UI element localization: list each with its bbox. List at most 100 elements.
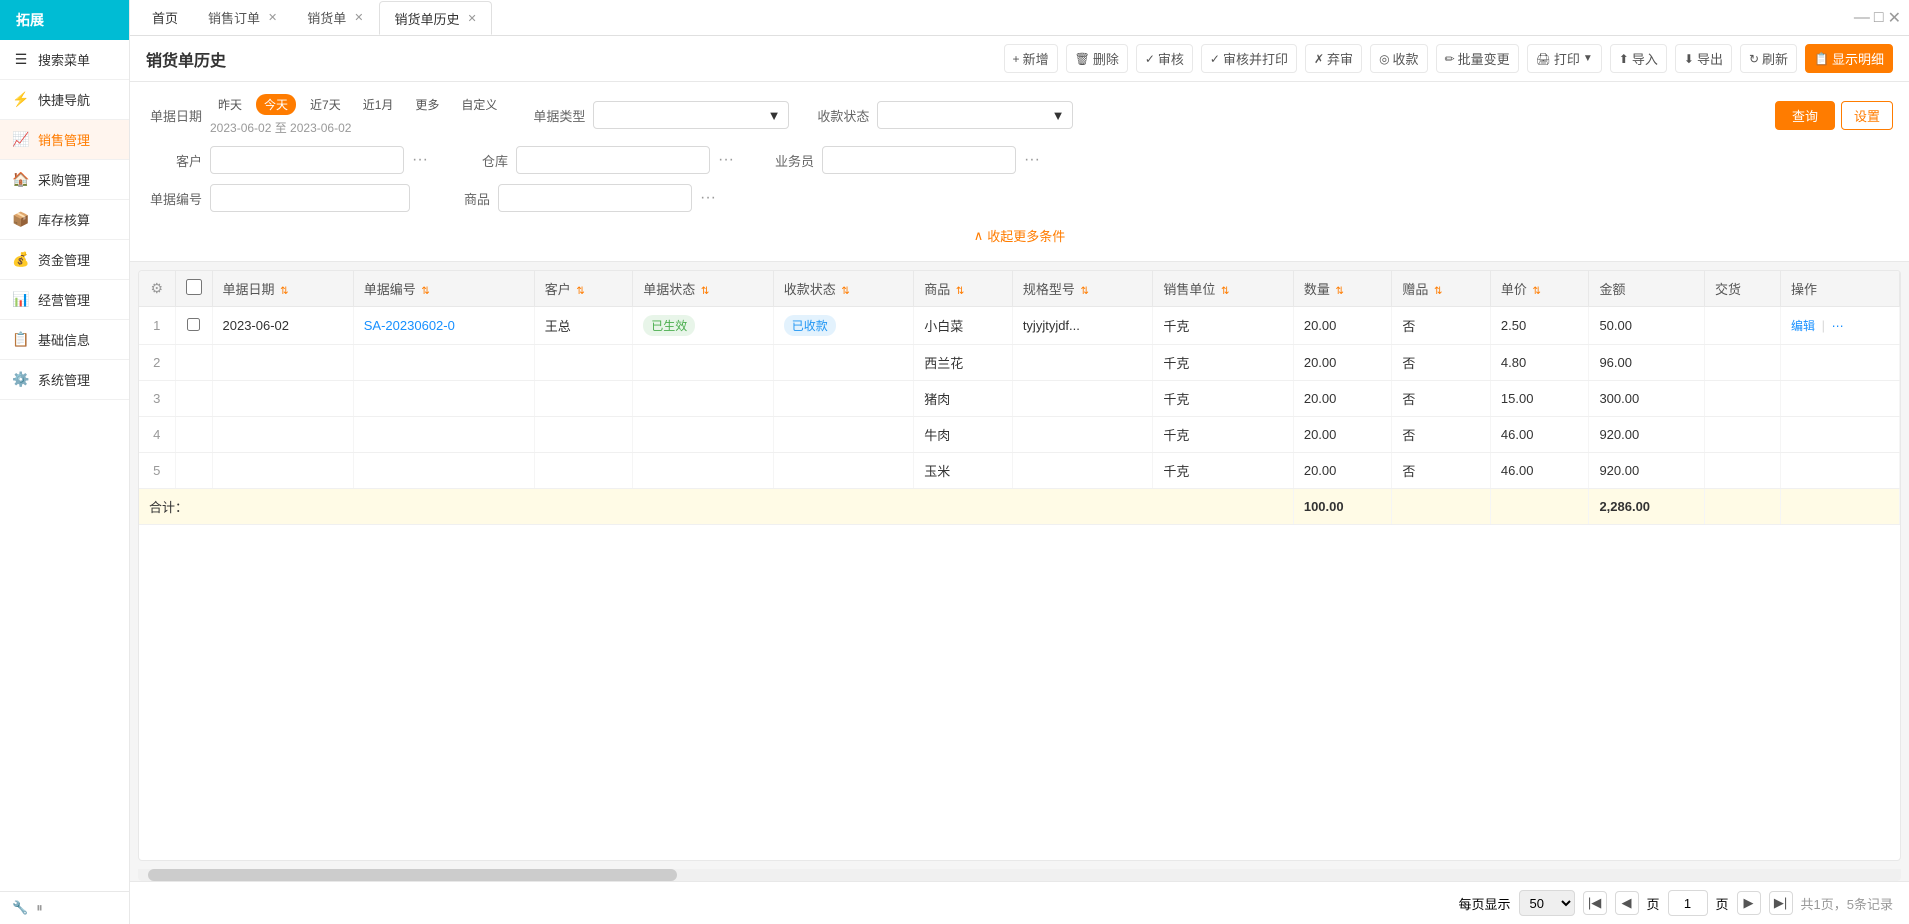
row-doc-status [633,417,774,453]
import-button[interactable]: ⬆ 导入 [1610,44,1667,73]
review-button[interactable]: ✓ 审核 [1136,44,1193,73]
row-doc-status [633,345,774,381]
export-button[interactable]: ⬇ 导出 [1675,44,1732,73]
row-number [353,345,534,381]
horizontal-scrollbar[interactable] [138,869,1901,881]
row-actions [1780,381,1899,417]
row-gift: 否 [1392,345,1491,381]
customer-input[interactable] [210,146,404,174]
sidebar-item-quick-nav[interactable]: ⚡ 快捷导航 [0,80,129,120]
tab-sales-order-label: 销售订单 [208,8,260,27]
row-qty: 20.00 [1293,417,1392,453]
window-minimize-btn[interactable]: — [1854,9,1870,27]
spec-col-header[interactable]: 规格型号 ⇅ [1012,271,1153,307]
more-action[interactable]: ⋯ [1832,319,1844,333]
sidebar-item-inventory[interactable]: 📦 库存核算 [0,200,129,240]
row-number-link[interactable]: SA-20230602-0 [364,318,455,333]
query-button[interactable]: 查询 [1775,101,1835,130]
tab-sales-order-close[interactable]: ✕ [268,11,277,24]
collect-status-select[interactable]: ▼ [877,101,1073,129]
page-size-select[interactable]: 10 20 50 100 [1519,890,1575,916]
unit-col-header[interactable]: 销售单位 ⇅ [1153,271,1294,307]
edit-action[interactable]: 编辑 [1791,319,1815,333]
goods-input[interactable] [498,184,692,212]
doc-type-select[interactable]: ▼ [593,101,789,129]
collect-icon: ◎ [1379,52,1389,66]
date-tab-more[interactable]: 更多 [407,94,447,115]
tab-home[interactable]: 首页 [138,1,192,35]
import-icon: ⬆ [1619,52,1629,66]
gear-icon[interactable]: ⚙ [150,280,163,296]
row-checkbox-cell [175,307,212,345]
delete-button[interactable]: 🗑 删除 [1066,44,1128,73]
row-num: 2 [139,345,175,381]
salesperson-input[interactable] [822,146,1016,174]
page-label-after: 页 [1716,894,1729,913]
goods-dots[interactable]: ··· [700,189,716,207]
sidebar-item-finance[interactable]: 💰 资金管理 [0,240,129,280]
qty-col-header[interactable]: 数量 ⇅ [1293,271,1392,307]
row-doc-status [633,381,774,417]
settings-button[interactable]: 设置 [1841,101,1893,130]
show-detail-button[interactable]: 📋 显示明细 [1805,44,1893,73]
refresh-button[interactable]: ↻ 刷新 [1740,44,1797,73]
last-page-btn[interactable]: ▶| [1769,891,1793,915]
sidebar-item-search[interactable]: ☰ 搜索菜单 [0,40,129,80]
sidebar-item-ops[interactable]: 📊 经营管理 [0,280,129,320]
date-tab-custom[interactable]: 自定义 [453,94,505,115]
row-collect-status: 已收款 [773,307,914,345]
collect-status-label: 收款状态 [813,106,869,125]
first-page-btn[interactable]: |◀ [1583,891,1607,915]
doc-number-input[interactable] [210,184,410,212]
tab-sales-order[interactable]: 销售订单 ✕ [194,1,291,35]
row-spec [1012,381,1153,417]
date-tab-today[interactable]: 今天 [256,94,296,115]
row-num: 5 [139,453,175,489]
next-page-btn[interactable]: ▶ [1737,891,1761,915]
date-tab-1month[interactable]: 近1月 [355,94,402,115]
unit-price-col-header[interactable]: 单价 ⇅ [1490,271,1589,307]
date-tab-7days[interactable]: 近7天 [302,94,349,115]
prev-page-btn[interactable]: ◀ [1615,891,1639,915]
collapse-label: 收起更多条件 [987,226,1065,245]
add-button[interactable]: + 新增 [1004,44,1058,73]
warehouse-input[interactable] [516,146,710,174]
select-all-checkbox[interactable] [186,279,202,295]
tab-sales-goods-close[interactable]: ✕ [354,11,363,24]
page-number-input[interactable] [1668,890,1708,916]
window-close-btn[interactable]: ✕ [1888,8,1901,28]
tab-sales-history-close[interactable]: ✕ [468,12,477,25]
sidebar-item-sales[interactable]: 📈 销售管理 [0,120,129,160]
salesperson-dots[interactable]: ··· [1024,151,1040,169]
sidebar-item-purchase[interactable]: 🏠 采购管理 [0,160,129,200]
collect-status-col-header[interactable]: 收款状态 ⇅ [773,271,914,307]
collect-button[interactable]: ◎ 收款 [1370,44,1428,73]
row-goods: 玉米 [914,453,1013,489]
tab-sales-goods[interactable]: 销货单 ✕ [293,1,377,35]
sidebar-bottom-icon2[interactable]: ⏸ [36,900,43,916]
date-tab-yesterday[interactable]: 昨天 [210,94,250,115]
table-row: 1 2023-06-02 SA-20230602-0 王总 已生效 [139,307,1900,345]
print-button[interactable]: 🖨 打印 ▼ [1527,44,1602,73]
sidebar-item-sys[interactable]: ⚙️ 系统管理 [0,360,129,400]
tab-sales-history[interactable]: 销货单历史 ✕ [379,1,491,35]
date-col-header[interactable]: 单据日期 ⇅ [212,271,353,307]
row-number [353,381,534,417]
customer-dots[interactable]: ··· [412,151,428,169]
page-label-before: 页 [1647,894,1660,913]
customer-col-header[interactable]: 客户 ⇅ [534,271,633,307]
gift-col-header[interactable]: 赠品 ⇅ [1392,271,1491,307]
sidebar-item-basic[interactable]: 📋 基础信息 [0,320,129,360]
abandon-button[interactable]: ✗ 弃审 [1305,44,1362,73]
sidebar-bottom-icon1[interactable]: 🔧 [12,900,28,916]
doc-status-col-header[interactable]: 单据状态 ⇅ [633,271,774,307]
window-maximize-btn[interactable]: □ [1874,9,1884,27]
batch-change-button[interactable]: ✏ 批量变更 [1436,44,1519,73]
goods-col-header[interactable]: 商品 ⇅ [914,271,1013,307]
number-col-header[interactable]: 单据编号 ⇅ [353,271,534,307]
collapse-btn[interactable]: ∧ 收起更多条件 [146,222,1893,249]
warehouse-dots[interactable]: ··· [718,151,734,169]
row-actions [1780,417,1899,453]
review-print-button[interactable]: ✓ 审核并打印 [1201,44,1297,73]
row-checkbox[interactable] [187,318,200,331]
